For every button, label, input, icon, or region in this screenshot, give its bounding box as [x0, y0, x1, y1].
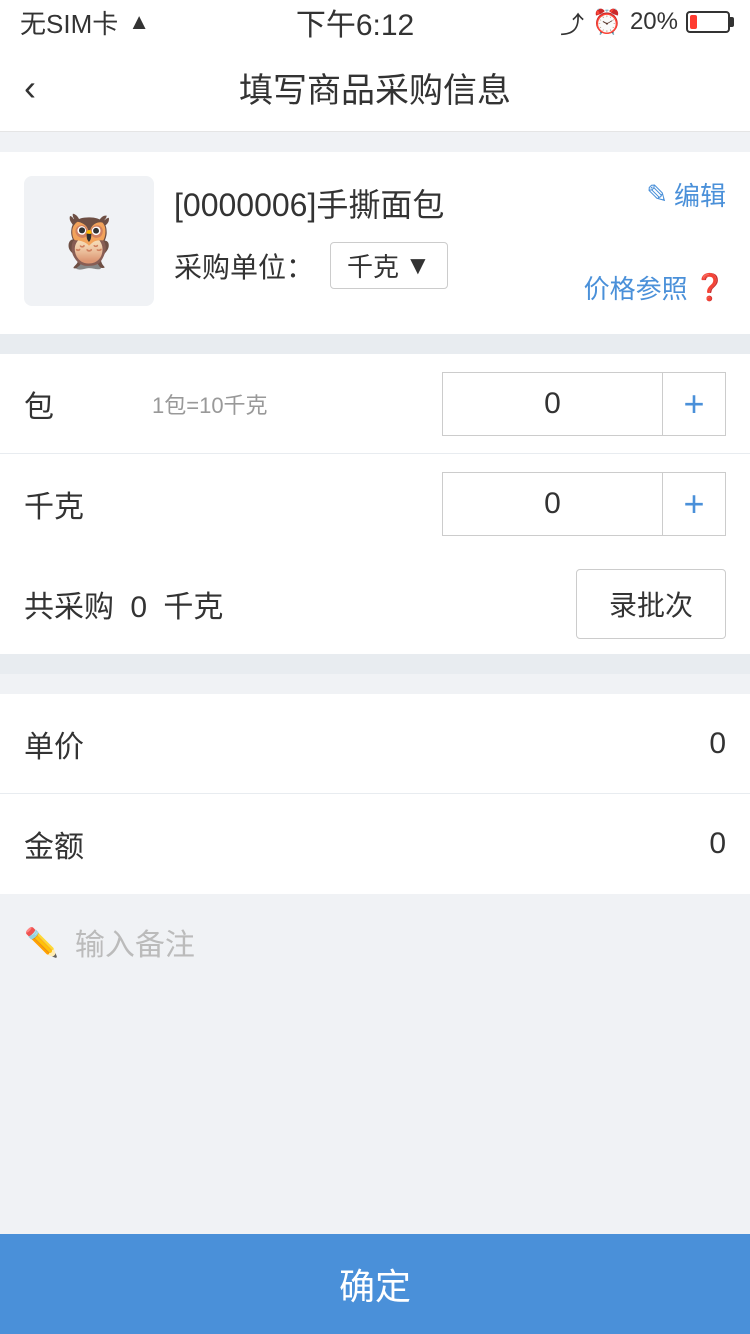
product-logo-icon: 🦉: [57, 211, 122, 272]
kg-label: 千克: [24, 482, 144, 526]
bag-quantity-input[interactable]: [442, 372, 662, 436]
summary-quantity: 0: [130, 591, 147, 624]
carrier-label: 无SIM卡: [20, 4, 118, 41]
section-divider-1: [0, 334, 750, 354]
bag-sublabel: 1包=10千克: [152, 388, 268, 420]
notes-section[interactable]: ✏️ 输入备注: [0, 894, 750, 990]
battery-icon: [686, 11, 730, 33]
help-icon: ❓: [694, 272, 726, 303]
unit-value: 千克: [347, 247, 399, 284]
product-name: [0000006]手撕面包: [174, 180, 726, 226]
unit-price-row: 单价 0: [0, 694, 750, 794]
kg-quantity-input[interactable]: [442, 472, 662, 536]
edit-icon: ✎: [646, 179, 668, 210]
summary-prefix: 共采购: [24, 591, 114, 624]
edit-button[interactable]: ✎ 编辑: [646, 176, 726, 213]
record-batch-button[interactable]: 录批次: [576, 569, 726, 639]
product-image: 🦉: [24, 176, 154, 306]
status-bar: 无SIM卡 ▲ 下午6:12 ⤴ ⏰ 20%: [0, 0, 750, 44]
unit-price-value: 0: [709, 727, 726, 761]
unit-select[interactable]: 千克 ▼: [330, 242, 448, 289]
wifi-icon: ▲: [128, 9, 150, 35]
amount-row: 金额 0: [0, 794, 750, 894]
amount-value: 0: [709, 827, 726, 861]
pencil-icon: ✏️: [24, 926, 59, 959]
confirm-button[interactable]: 确定: [0, 1234, 750, 1334]
bag-label: 包: [24, 382, 144, 426]
status-left: 无SIM卡 ▲: [20, 4, 150, 41]
page-title: 填写商品采购信息: [239, 63, 511, 112]
kg-plus-button[interactable]: +: [662, 472, 726, 536]
location-icon: ⤴: [560, 5, 584, 40]
bag-input-row: 包 1包=10千克 +: [0, 354, 750, 454]
bag-input-wrapper: +: [442, 372, 726, 436]
info-section: 单价 0 金额 0: [0, 694, 750, 894]
input-section: 包 1包=10千克 + 千克 +: [0, 354, 750, 554]
dropdown-icon: ▼: [405, 250, 431, 281]
summary-text: 共采购 0 千克: [24, 582, 223, 626]
edit-label: 编辑: [674, 176, 726, 213]
product-card: 🦉 [0000006]手撕面包 采购单位： 千克 ▼ ✎ 编辑 价格参照 ❓: [0, 152, 750, 334]
section-divider-2: [0, 654, 750, 674]
summary-unit: 千克: [163, 591, 223, 624]
summary-row: 共采购 0 千克 录批次: [0, 554, 750, 654]
unit-price-label: 单价: [24, 722, 84, 766]
unit-label: 采购单位：: [174, 246, 314, 286]
alarm-icon: ⏰: [592, 8, 622, 37]
kg-input-wrapper: +: [442, 472, 726, 536]
status-time: 下午6:12: [296, 0, 414, 44]
kg-input-row: 千克 +: [0, 454, 750, 554]
notes-placeholder: 输入备注: [75, 920, 195, 964]
price-ref-label: 价格参照: [584, 269, 688, 306]
nav-bar: ‹ 填写商品采购信息: [0, 44, 750, 132]
price-ref-button[interactable]: 价格参照 ❓: [584, 269, 726, 306]
status-right: ⤴ ⏰ 20%: [560, 5, 730, 40]
bag-plus-button[interactable]: +: [662, 372, 726, 436]
amount-label: 金额: [24, 822, 84, 866]
back-button[interactable]: ‹: [24, 67, 36, 109]
battery-percent: 20%: [630, 8, 678, 36]
